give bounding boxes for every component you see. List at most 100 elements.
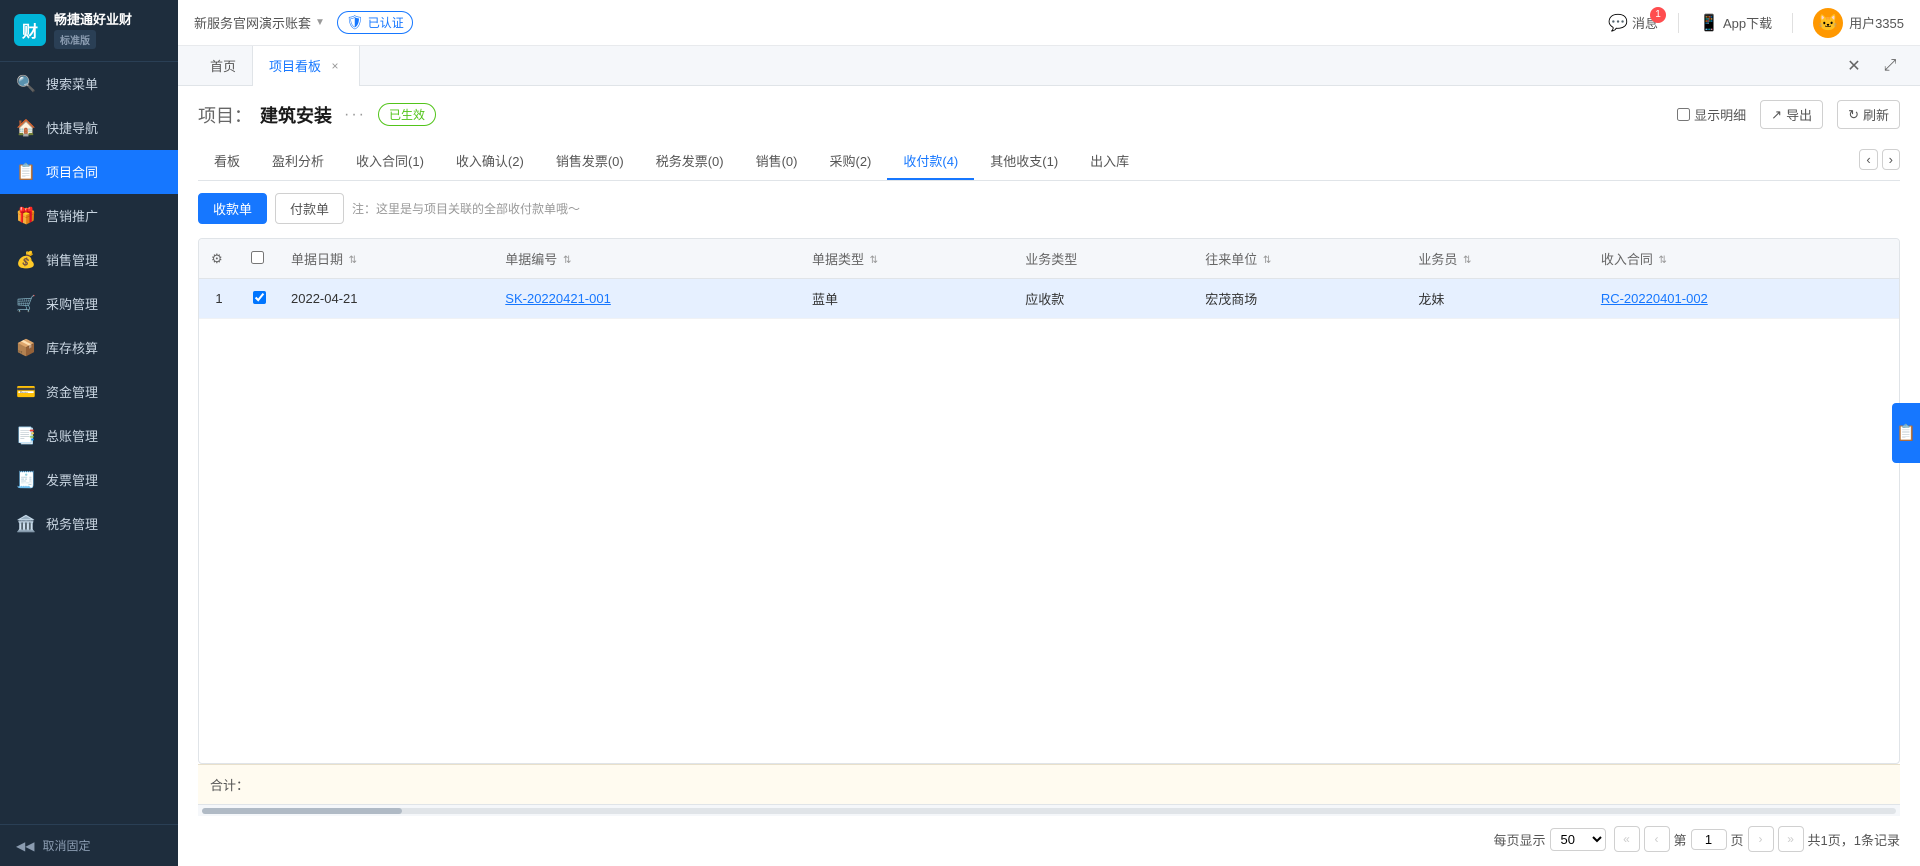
prev-page-icon: ‹: [1655, 832, 1659, 846]
sub-tab-kanban[interactable]: 看板: [198, 143, 256, 180]
account-dropdown[interactable]: 新服务官网演示账套 ▼: [194, 13, 325, 32]
sidebar-item-quick-nav[interactable]: 🏠 快捷导航: [0, 106, 178, 150]
document-link[interactable]: SK-20220421-001: [505, 291, 611, 306]
sidebar-item-marketing[interactable]: 🎁 营销推广: [0, 194, 178, 238]
messages-button[interactable]: 💬 消息 1: [1608, 13, 1658, 33]
prev-page-button[interactable]: ‹: [1644, 826, 1670, 852]
project-header: 项目： 建筑安装 ··· 已生效 显示明细 ↗ 导出 ↻ 刷新: [198, 100, 1900, 129]
sidebar: 财 畅捷通好业财 标准版 🔍 搜索菜单 🏠 快捷导航 📋 项目合同 🎁 营销推广…: [0, 0, 178, 866]
unpin-label: 取消固定: [42, 837, 90, 854]
payment-toggle[interactable]: 付款单: [275, 193, 344, 224]
show-detail-checkbox[interactable]: 显示明细: [1677, 105, 1746, 124]
income-contract-link[interactable]: RC-20220401-002: [1601, 291, 1708, 306]
per-page-selector[interactable]: 每页显示 50 100 200: [1493, 828, 1605, 851]
page-number-input[interactable]: [1691, 829, 1727, 850]
home-icon: 🏠: [16, 118, 36, 138]
sidebar-item-search[interactable]: 🔍 搜索菜单: [0, 62, 178, 106]
first-page-button[interactable]: «: [1614, 826, 1640, 852]
sub-tab-profit[interactable]: 盈利分析: [256, 143, 340, 180]
settings-col-header[interactable]: ⚙: [199, 239, 239, 279]
divider: [1678, 13, 1679, 33]
footer-label: 合计：: [210, 775, 249, 794]
account-selector[interactable]: 新服务官网演示账套 ▼: [194, 13, 325, 32]
export-icon: ↗: [1771, 107, 1782, 123]
per-page-select[interactable]: 50 100 200: [1550, 828, 1606, 851]
maximize-button[interactable]: ⤢: [1876, 52, 1904, 80]
user-avatar: 🐱: [1813, 8, 1843, 38]
phone-icon: 📱: [1699, 13, 1719, 33]
page-label: 页: [1731, 830, 1744, 849]
app-download-button[interactable]: 📱 App下载: [1699, 13, 1772, 33]
sub-tab-sales[interactable]: 销售(0): [740, 143, 814, 180]
total-label: 共1页，1条记录: [1808, 830, 1900, 849]
sort-icon5: ⇅: [1463, 255, 1471, 266]
project-icon: 📋: [16, 162, 36, 182]
data-table-wrap: ⚙ 单据日期 ⇅ 单据编号 ⇅ 单据类型: [198, 238, 1900, 764]
counterpart-col-header[interactable]: 往来单位 ⇅: [1193, 239, 1406, 279]
pagination-nav: « ‹ 第 页 › » 共1页，1条记录: [1614, 826, 1901, 852]
user-menu[interactable]: 🐱 用户3355: [1813, 8, 1904, 38]
sidebar-unpin-button[interactable]: ◀◀ 取消固定: [0, 824, 178, 866]
sidebar-item-label: 快捷导航: [46, 118, 98, 137]
row-checkbox[interactable]: [253, 291, 266, 304]
maximize-icon: ⤢: [1884, 57, 1897, 75]
sidebar-item-purchase[interactable]: 🛒 采购管理: [0, 282, 178, 326]
tab-close-icon[interactable]: ×: [327, 58, 343, 74]
sub-tab-in-out[interactable]: 出入库: [1074, 143, 1145, 180]
sidebar-item-ledger[interactable]: 📑 总账管理: [0, 414, 178, 458]
sidebar-item-label: 税务管理: [46, 514, 98, 533]
pagination: 每页显示 50 100 200 « ‹ 第 页 ›: [198, 816, 1900, 852]
last-page-button[interactable]: »: [1778, 826, 1804, 852]
sidebar-menu: 🔍 搜索菜单 🏠 快捷导航 📋 项目合同 🎁 营销推广 💰 销售管理 🛒 采购管…: [0, 62, 178, 824]
sidebar-item-inventory[interactable]: 📦 库存核算: [0, 326, 178, 370]
sub-tab-purchase[interactable]: 采购(2): [813, 143, 887, 180]
sub-tab-income-contract[interactable]: 收入合同(1): [340, 143, 440, 180]
sidebar-item-invoice[interactable]: 🧾 发票管理: [0, 458, 178, 502]
table-row[interactable]: 1 2022-04-21 SK-20220421-001 蓝单: [199, 279, 1899, 319]
row-number[interactable]: SK-20220421-001: [493, 279, 800, 319]
sub-tab-payment[interactable]: 收付款(4): [887, 143, 974, 180]
show-detail-input[interactable]: [1677, 108, 1690, 121]
type-col-header[interactable]: 单据类型 ⇅: [800, 239, 1013, 279]
gift-icon: 🎁: [16, 206, 36, 226]
project-name: 建筑安装: [260, 102, 332, 128]
user-name: 用户3355: [1849, 13, 1904, 32]
export-button[interactable]: ↗ 导出: [1760, 100, 1823, 129]
row-date: 2022-04-21: [279, 279, 493, 319]
sort-icon3: ⇅: [870, 255, 878, 266]
row-income-contract[interactable]: RC-20220401-002: [1589, 279, 1899, 319]
more-options-icon[interactable]: ···: [344, 106, 366, 124]
refresh-button[interactable]: ↻ 刷新: [1837, 100, 1900, 129]
search-icon: 🔍: [16, 74, 36, 94]
prev-tab-button[interactable]: ‹: [1859, 149, 1877, 170]
sub-tab-other-expense[interactable]: 其他收支(1): [974, 143, 1074, 180]
refresh-label: 刷新: [1863, 105, 1889, 124]
tab-project-board[interactable]: 项目看板 ×: [253, 46, 360, 86]
right-panel-button[interactable]: 📋: [1892, 403, 1920, 463]
project-title: 项目： 建筑安装: [198, 102, 332, 128]
table-scrollbar[interactable]: [198, 804, 1900, 816]
sidebar-item-tax[interactable]: 🏛️ 税务管理: [0, 502, 178, 546]
date-col-header[interactable]: 单据日期 ⇅: [279, 239, 493, 279]
sidebar-item-sales[interactable]: 💰 销售管理: [0, 238, 178, 282]
sidebar-item-project-contract[interactable]: 📋 项目合同: [0, 150, 178, 194]
income-contract-col-header[interactable]: 收入合同 ⇅: [1589, 239, 1899, 279]
tab-home[interactable]: 首页: [194, 46, 253, 86]
next-page-button[interactable]: ›: [1748, 826, 1774, 852]
next-tab-button[interactable]: ›: [1882, 149, 1900, 170]
close-window-button[interactable]: ✕: [1840, 52, 1868, 80]
cert-badge: 🛡 已认证: [337, 11, 413, 34]
export-label: 导出: [1786, 105, 1812, 124]
select-all-checkbox[interactable]: [251, 251, 264, 264]
row-check[interactable]: [239, 279, 279, 319]
sub-tab-income-confirm[interactable]: 收入确认(2): [440, 143, 540, 180]
sidebar-item-funds[interactable]: 💳 资金管理: [0, 370, 178, 414]
collection-toggle[interactable]: 收款单: [198, 193, 267, 224]
scrollbar-thumb[interactable]: [202, 808, 402, 814]
sidebar-item-label: 资金管理: [46, 382, 98, 401]
salesperson-col-header[interactable]: 业务员 ⇅: [1406, 239, 1588, 279]
sub-tab-tax-invoice[interactable]: 税务发票(0): [640, 143, 740, 180]
sub-tab-sales-invoice[interactable]: 销售发票(0): [540, 143, 640, 180]
app-name: 畅捷通好业财: [54, 12, 132, 28]
number-col-header[interactable]: 单据编号 ⇅: [493, 239, 800, 279]
